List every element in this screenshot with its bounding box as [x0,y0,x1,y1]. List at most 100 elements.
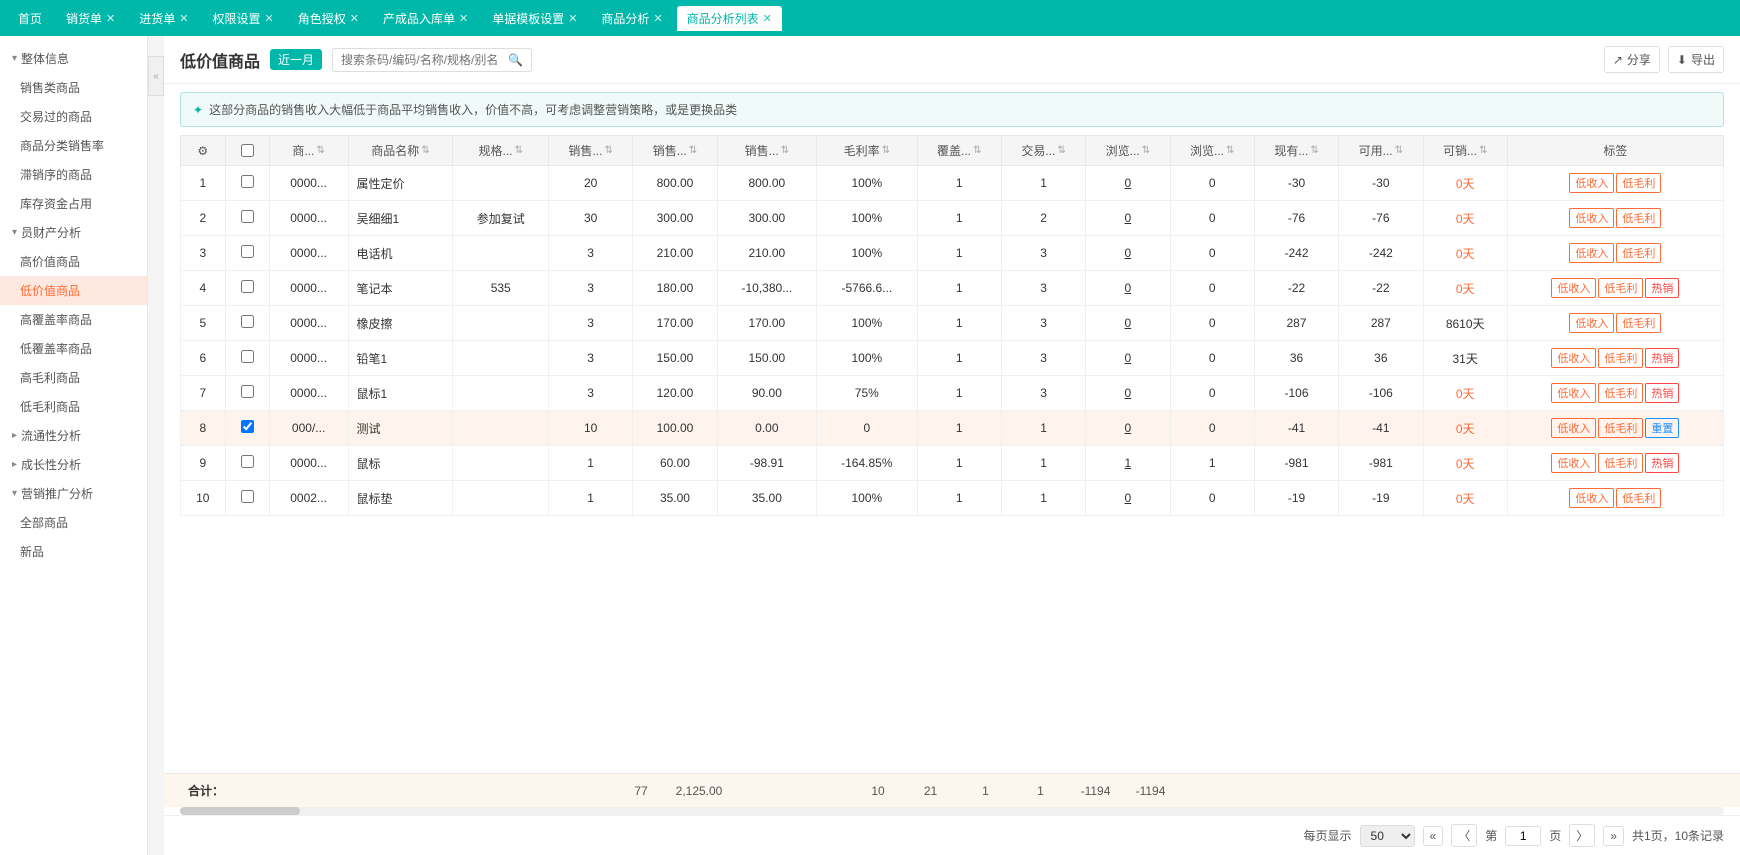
select-all-checkbox[interactable] [241,144,254,157]
cell-views1[interactable]: 0 [1086,271,1170,306]
col-trade[interactable]: 交易...⇅ [1001,136,1085,166]
col-settings[interactable]: ⚙ [181,136,226,166]
nav-close-sales[interactable]: ✕ [106,12,115,25]
page-size-select[interactable]: 50 100 200 [1360,825,1415,847]
row-checkbox[interactable] [241,280,254,293]
cell-checkbox[interactable] [225,306,269,341]
nav-role-auth[interactable]: 角色授权 ✕ [288,6,369,31]
scrollbar-thumb[interactable] [180,807,300,815]
views1-link[interactable]: 0 [1125,176,1132,190]
views1-link[interactable]: 0 [1125,491,1132,505]
views1-link[interactable]: 0 [1125,316,1132,330]
views1-link[interactable]: 0 [1125,386,1132,400]
nav-product-stock[interactable]: 产成品入库单 ✕ [373,6,478,31]
search-input[interactable] [341,53,504,67]
search-icon[interactable]: 🔍 [508,53,523,67]
col-available[interactable]: 可用...⇅ [1339,136,1423,166]
nav-close-stock[interactable]: ✕ [459,12,468,25]
col-code[interactable]: 商...⇅ [269,136,348,166]
sidebar-item-traded-products[interactable]: 交易过的商品 [0,102,147,131]
prev-page-btn[interactable]: 〈 [1451,824,1477,847]
date-badge[interactable]: 近一月 [270,49,322,70]
cell-views1[interactable]: 0 [1086,481,1170,516]
sidebar-item-high-coverage[interactable]: 高覆盖率商品 [0,305,147,334]
nav-purchase[interactable]: 进货单 ✕ [129,6,198,31]
nav-sales-order[interactable]: 销货单 ✕ [56,6,125,31]
next-page-btn[interactable]: 〉 [1569,824,1595,847]
views1-link[interactable]: 0 [1125,421,1132,435]
table-container[interactable]: ⚙ 商...⇅ 商品名称⇅ 规格...⇅ 销售...⇅ 销售...⇅ 销售...… [164,135,1740,773]
export-button[interactable]: ⬇ 导出 [1668,46,1724,73]
row-checkbox[interactable] [241,420,254,433]
sidebar-section-growth[interactable]: ▸ 成长性分析 [0,450,147,479]
nav-template[interactable]: 单据模板设置 ✕ [482,6,587,31]
nav-close-template[interactable]: ✕ [568,12,577,25]
row-checkbox[interactable] [241,175,254,188]
last-page-btn[interactable]: » [1603,826,1624,846]
col-sales-qty[interactable]: 销售...⇅ [548,136,632,166]
col-views2[interactable]: 浏览...⇅ [1170,136,1254,166]
cell-views1[interactable]: 0 [1086,306,1170,341]
views1-link[interactable]: 1 [1125,456,1132,470]
cell-views1[interactable]: 1 [1086,446,1170,481]
sidebar-item-slow-selling[interactable]: 滞销序的商品 [0,160,147,189]
views1-link[interactable]: 0 [1125,351,1132,365]
col-sales-avg[interactable]: 销售...⇅ [717,136,816,166]
nav-close-role[interactable]: ✕ [350,12,359,25]
nav-close-permission[interactable]: ✕ [265,12,274,25]
row-checkbox[interactable] [241,210,254,223]
col-views1[interactable]: 浏览...⇅ [1086,136,1170,166]
cell-views1[interactable]: 0 [1086,341,1170,376]
views1-link[interactable]: 0 [1125,211,1132,225]
col-coverage[interactable]: 覆盖...⇅ [917,136,1001,166]
row-checkbox[interactable] [241,490,254,503]
views1-link[interactable]: 0 [1125,246,1132,260]
sidebar-item-low-coverage[interactable]: 低覆盖率商品 [0,334,147,363]
sidebar-item-all-products[interactable]: 全部商品 [0,508,147,537]
cell-checkbox[interactable] [225,481,269,516]
cell-checkbox[interactable] [225,236,269,271]
sidebar-item-new-products[interactable]: 新品 [0,537,147,566]
cell-views1[interactable]: 0 [1086,166,1170,201]
col-spec[interactable]: 规格...⇅ [453,136,549,166]
cell-views1[interactable]: 0 [1086,376,1170,411]
search-box[interactable]: 🔍 [332,48,532,72]
sidebar-section-overall[interactable]: ▾ 整体信息 [0,44,147,73]
first-page-btn[interactable]: « [1423,826,1444,846]
sidebar-item-sales-products[interactable]: 销售类商品 [0,73,147,102]
sidebar-collapse-btn[interactable]: « [148,56,164,96]
row-checkbox[interactable] [241,245,254,258]
cell-checkbox[interactable] [225,201,269,236]
row-checkbox[interactable] [241,455,254,468]
sidebar-section-flow[interactable]: ▸ 流通性分析 [0,421,147,450]
sidebar-item-low-margin[interactable]: 低毛利商品 [0,392,147,421]
sidebar-item-high-margin[interactable]: 高毛利商品 [0,363,147,392]
nav-product-list[interactable]: 商品分析列表 ✕ [677,6,782,31]
nav-close-list[interactable]: ✕ [763,12,772,25]
col-margin[interactable]: 毛利率⇅ [817,136,917,166]
col-sellable[interactable]: 可销...⇅ [1423,136,1507,166]
sidebar-section-marketing[interactable]: ▾ 营销推广分析 [0,479,147,508]
horizontal-scrollbar[interactable] [180,807,1724,815]
share-button[interactable]: ↗ 分享 [1604,46,1660,73]
views1-link[interactable]: 0 [1125,281,1132,295]
row-checkbox[interactable] [241,315,254,328]
nav-permission[interactable]: 权限设置 ✕ [202,6,283,31]
cell-views1[interactable]: 0 [1086,411,1170,446]
col-name[interactable]: 商品名称⇅ [348,136,453,166]
page-input[interactable] [1505,826,1541,846]
cell-checkbox[interactable] [225,376,269,411]
sidebar-item-stock-capital[interactable]: 库存资金占用 [0,189,147,218]
cell-views1[interactable]: 0 [1086,236,1170,271]
sidebar-item-low-value[interactable]: 低价值商品 [0,276,147,305]
cell-checkbox[interactable] [225,271,269,306]
cell-checkbox[interactable] [225,446,269,481]
sidebar-item-category-rate[interactable]: 商品分类销售率 [0,131,147,160]
nav-close-purchase[interactable]: ✕ [179,12,188,25]
row-checkbox[interactable] [241,350,254,363]
cell-checkbox[interactable] [225,166,269,201]
nav-home[interactable]: 首页 [8,6,52,31]
cell-views1[interactable]: 0 [1086,201,1170,236]
nav-close-analysis[interactable]: ✕ [653,12,662,25]
cell-checkbox[interactable] [225,411,269,446]
